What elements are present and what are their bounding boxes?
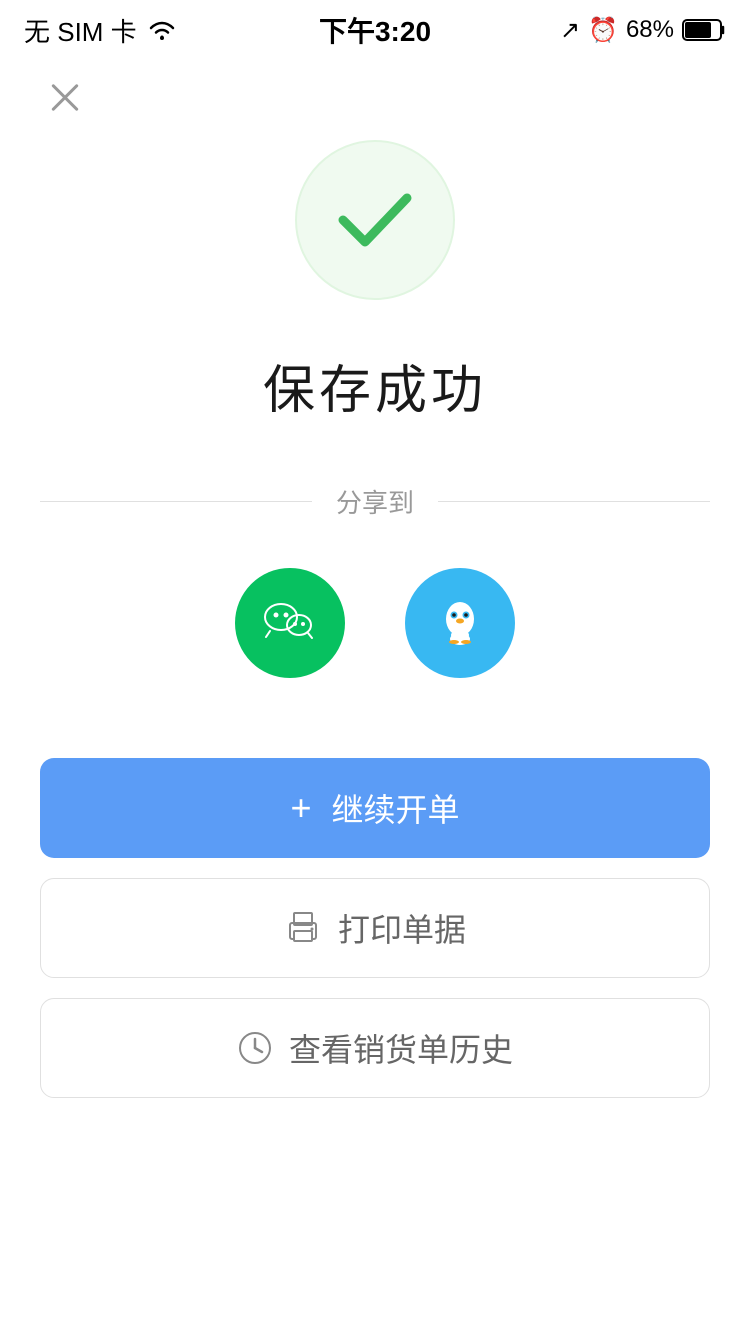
- print-label: 打印单据: [338, 905, 466, 951]
- plus-icon: +: [290, 787, 311, 829]
- battery-icon: [682, 19, 726, 41]
- wechat-icon: [258, 591, 322, 655]
- success-icon-container: [295, 140, 455, 300]
- main-content: 保存成功 分享到: [0, 60, 750, 1098]
- location-icon: ↗: [560, 16, 580, 45]
- clock-icon: [237, 1030, 273, 1066]
- history-label: 查看销货单历史: [289, 1025, 513, 1071]
- share-label: 分享到: [312, 483, 438, 520]
- action-buttons: + 继续开单 打印单据 查看销货单历史: [40, 758, 710, 1098]
- qq-icon: [428, 591, 492, 655]
- close-button[interactable]: [40, 72, 90, 122]
- history-button[interactable]: 查看销货单历史: [40, 998, 710, 1098]
- share-icons: [235, 568, 515, 678]
- status-bar: 无 SIM 卡 下午3:20 ↗ ⏰ 68%: [0, 0, 750, 60]
- alarm-icon: ⏰: [588, 16, 618, 45]
- status-time: 下午3:20: [319, 10, 431, 50]
- print-icon: [284, 911, 322, 945]
- battery-percent: 68%: [626, 16, 674, 44]
- sim-status: 无 SIM 卡: [24, 12, 137, 49]
- success-title: 保存成功: [263, 348, 487, 423]
- checkmark-icon: [335, 190, 415, 250]
- print-button[interactable]: 打印单据: [40, 878, 710, 978]
- wechat-share-button[interactable]: [235, 568, 345, 678]
- share-section: 分享到: [0, 483, 750, 520]
- status-left: 无 SIM 卡: [24, 12, 177, 49]
- status-right: ↗ ⏰ 68%: [560, 16, 726, 45]
- wifi-icon: [147, 19, 177, 41]
- continue-order-label: 继续开单: [332, 785, 460, 831]
- qq-share-button[interactable]: [405, 568, 515, 678]
- divider-right: [438, 501, 710, 502]
- divider-left: [40, 501, 312, 502]
- continue-order-button[interactable]: + 继续开单: [40, 758, 710, 858]
